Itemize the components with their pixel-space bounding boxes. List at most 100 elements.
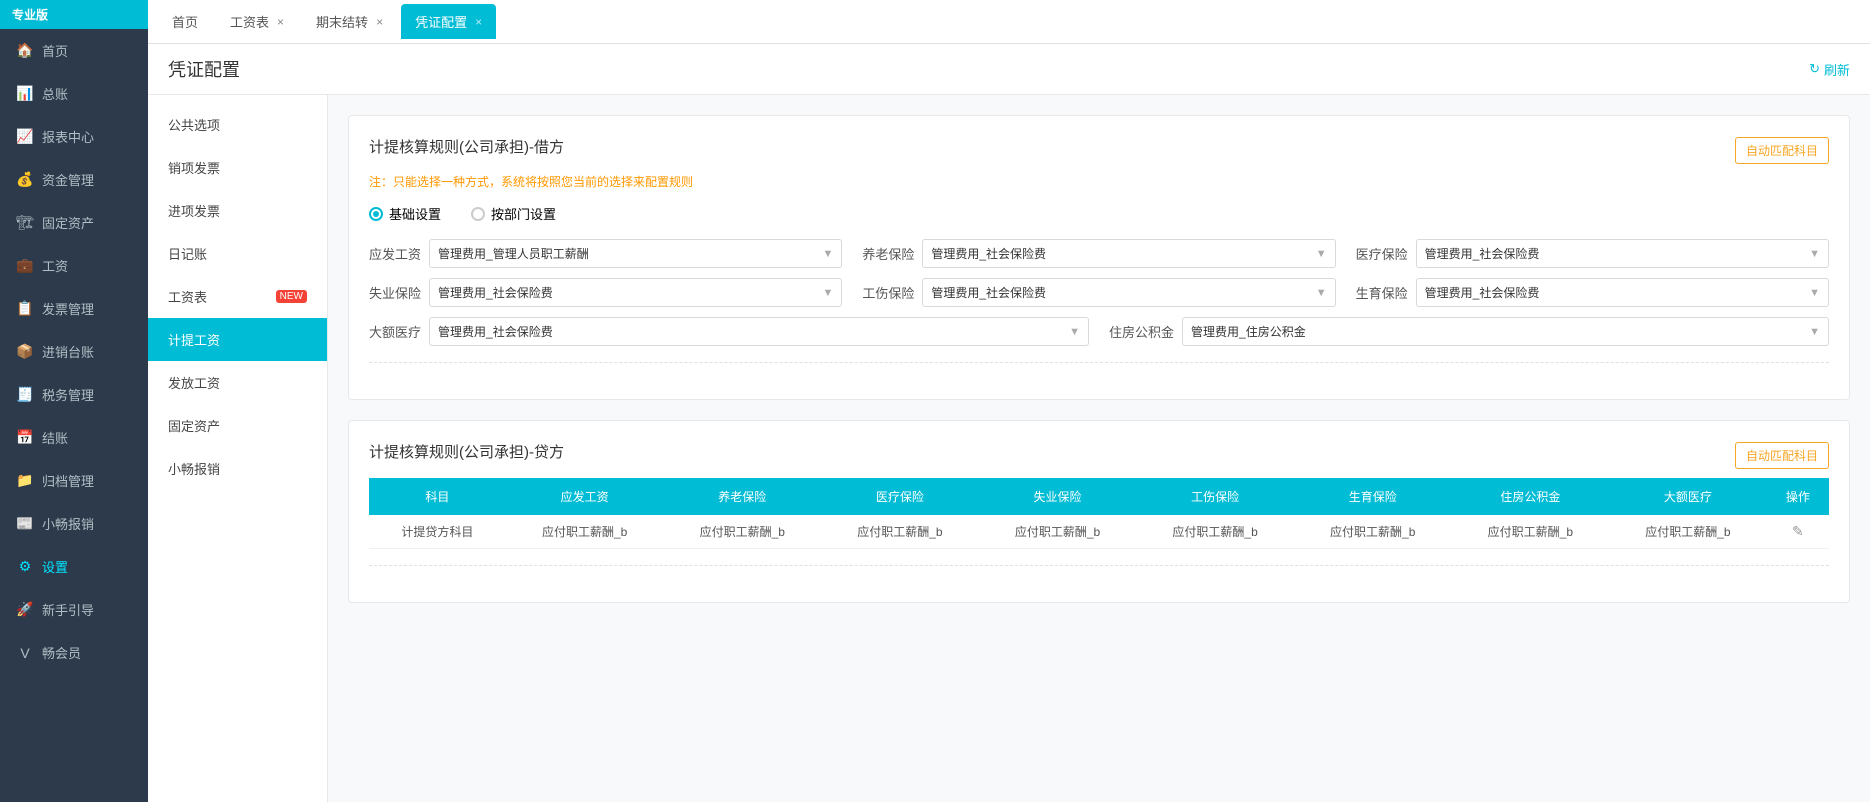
cell-action[interactable]: ✎: [1767, 515, 1829, 549]
sidebar-item-expense[interactable]: 📰 小畅报销: [0, 502, 148, 545]
tax-icon: 🧾: [16, 386, 34, 403]
tab-period-end[interactable]: 期末结转 ×: [302, 4, 397, 39]
sidebar-item-label: 工资: [42, 256, 68, 275]
th-yiliao: 医疗保险: [821, 478, 979, 515]
sidebar-item-vip[interactable]: V 畅会员: [0, 631, 148, 674]
debit-form-row3: 大额医疗 管理费用_社会保险费 ▼ 住房公积金 管理费用_住房公积金 ▼: [369, 317, 1829, 346]
debit-radio-group: 基础设置 按部门设置: [369, 204, 1829, 223]
leftnav-pay-payroll[interactable]: 发放工资: [148, 361, 327, 404]
cell-yiliao: 应付职工薪酬_b: [821, 515, 979, 549]
sidebar: 专业版 🏠 首页 📊 总账 📈 报表中心 💰 资金管理 🏗 固定资产 💼 工资 …: [0, 0, 148, 802]
chevron-icon: ▼: [822, 287, 833, 299]
edit-icon[interactable]: ✎: [1792, 523, 1804, 539]
field-yingfa-gongzi: 应发工资 管理费用_管理人员职工薪酬 ▼: [369, 239, 842, 268]
leftnav-public-options[interactable]: 公共选项: [148, 103, 327, 146]
chevron-icon: ▼: [1316, 248, 1327, 260]
radio-basic-settings[interactable]: 基础设置: [369, 204, 441, 223]
label-shengyu: 生育保险: [1356, 283, 1408, 302]
credit-section-title: 计提核算规则(公司承担)-贷方: [369, 441, 564, 462]
select-gongshang[interactable]: 管理费用_社会保险费 ▼: [922, 278, 1335, 307]
sidebar-item-general-ledger[interactable]: 📊 总账: [0, 72, 148, 115]
main-area: 首页 工资表 × 期末结转 × 凭证配置 × 凭证配置 ↻ 刷新 公共选项: [148, 0, 1870, 802]
cell-daeliao: 应付职工薪酬_b: [1609, 515, 1767, 549]
radio-dept-circle: [471, 207, 485, 221]
report-icon: 📈: [16, 128, 34, 145]
tab-close-payroll[interactable]: ×: [277, 15, 284, 29]
select-shengyu[interactable]: 管理费用_社会保险费 ▼: [1416, 278, 1829, 307]
table-row: 计提贷方科目 应付职工薪酬_b 应付职工薪酬_b 应付职工薪酬_b 应付职工薪酬…: [369, 515, 1829, 549]
select-shiye[interactable]: 管理费用_社会保险费 ▼: [429, 278, 842, 307]
field-gongshang: 工伤保险 管理费用_社会保险费 ▼: [862, 278, 1335, 307]
leftnav-accrual-payroll[interactable]: 计提工资: [148, 318, 327, 361]
field-shengyu: 生育保险 管理费用_社会保险费 ▼: [1356, 278, 1829, 307]
th-shiye: 失业保险: [979, 478, 1137, 515]
debit-form-row1: 应发工资 管理费用_管理人员职工薪酬 ▼ 养老保险 管理费用_社会保险费 ▼: [369, 239, 1829, 268]
chevron-icon: ▼: [822, 248, 833, 260]
building-icon: 🏗: [16, 214, 34, 231]
th-gongshang: 工伤保险: [1136, 478, 1294, 515]
leftnav-xiao-chang-expense[interactable]: 小畅报销: [148, 447, 327, 490]
leftnav-purchase-invoice[interactable]: 进项发票: [148, 189, 327, 232]
settings-icon: ⚙: [16, 558, 34, 575]
label-yiliao: 医疗保险: [1356, 244, 1408, 263]
leftnav-journal[interactable]: 日记账: [148, 232, 327, 275]
sidebar-item-fund-management[interactable]: 💰 资金管理: [0, 158, 148, 201]
label-shiye: 失业保险: [369, 283, 421, 302]
sidebar-item-invoice[interactable]: 📋 发票管理: [0, 287, 148, 330]
credit-section: 计提核算规则(公司承担)-贷方 自动匹配科目 科目 应发工资 养老保险 医疗保险…: [348, 420, 1850, 603]
refresh-button[interactable]: ↻ 刷新: [1809, 60, 1850, 79]
debit-section: 计提核算规则(公司承担)-借方 自动匹配科目 注：只能选择一种方式，系统将按照您…: [348, 115, 1850, 400]
left-nav: 公共选项 销项发票 进项发票 日记账 工资表 NEW 计提工资 发放工资 固: [148, 95, 328, 802]
sidebar-item-report-center[interactable]: 📈 报表中心: [0, 115, 148, 158]
field-daeliao: 大额医疗 管理费用_社会保险费 ▼: [369, 317, 1089, 346]
leftnav-sales-invoice[interactable]: 销项发票: [148, 146, 327, 189]
sidebar-item-tax[interactable]: 🧾 税务管理: [0, 373, 148, 416]
label-zhufang: 住房公积金: [1109, 322, 1174, 341]
refresh-icon: ↻: [1809, 61, 1820, 77]
sidebar-item-closing[interactable]: 📅 结账: [0, 416, 148, 459]
app-title: 专业版: [0, 0, 148, 29]
cell-zhufang: 应付职工薪酬_b: [1452, 515, 1610, 549]
tab-voucher-config[interactable]: 凭证配置 ×: [401, 4, 496, 39]
cell-shengyu: 应付职工薪酬_b: [1294, 515, 1452, 549]
tab-close-voucher-config[interactable]: ×: [475, 15, 482, 29]
leftnav-fixed-assets[interactable]: 固定资产: [148, 404, 327, 447]
section-divider: [369, 362, 1829, 363]
cell-yingfa: 应付职工薪酬_b: [506, 515, 664, 549]
credit-auto-match-button[interactable]: 自动匹配科目: [1735, 442, 1829, 469]
sidebar-item-archive[interactable]: 📁 归档管理: [0, 459, 148, 502]
sidebar-item-label: 小畅报销: [42, 514, 94, 533]
rocket-icon: 🚀: [16, 601, 34, 618]
sidebar-item-label: 首页: [42, 41, 68, 60]
tab-payroll[interactable]: 工资表 ×: [216, 4, 298, 39]
sidebar-item-payroll[interactable]: 💼 工资: [0, 244, 148, 287]
chevron-icon: ▼: [1809, 248, 1820, 260]
select-yingfa[interactable]: 管理费用_管理人员职工薪酬 ▼: [429, 239, 842, 268]
th-zhufang: 住房公积金: [1452, 478, 1610, 515]
select-yanglao[interactable]: 管理费用_社会保险费 ▼: [922, 239, 1335, 268]
sidebar-item-home[interactable]: 🏠 首页: [0, 29, 148, 72]
select-daeliao[interactable]: 管理费用_社会保险费 ▼: [429, 317, 1089, 346]
leftnav-payroll-table[interactable]: 工资表 NEW: [148, 275, 327, 318]
th-shengyu: 生育保险: [1294, 478, 1452, 515]
new-badge: NEW: [276, 290, 307, 303]
sidebar-item-label: 设置: [42, 557, 68, 576]
sidebar-item-label: 报表中心: [42, 127, 94, 146]
money-icon: 💰: [16, 171, 34, 188]
select-zhufang[interactable]: 管理费用_住房公积金 ▼: [1182, 317, 1829, 346]
sidebar-item-label: 发票管理: [42, 299, 94, 318]
th-subject: 科目: [369, 478, 506, 515]
select-yiliao[interactable]: 管理费用_社会保险费 ▼: [1416, 239, 1829, 268]
sidebar-item-purchase-sales[interactable]: 📦 进销台账: [0, 330, 148, 373]
debit-section-note: 注：只能选择一种方式，系统将按照您当前的选择来配置规则: [369, 173, 1829, 190]
home-icon: 🏠: [16, 42, 34, 59]
sidebar-item-settings[interactable]: ⚙ 设置: [0, 545, 148, 588]
tab-close-period-end[interactable]: ×: [376, 15, 383, 29]
tab-home[interactable]: 首页: [158, 4, 212, 39]
radio-dept-settings[interactable]: 按部门设置: [471, 204, 556, 223]
debit-auto-match-button[interactable]: 自动匹配科目: [1735, 137, 1829, 164]
th-yingfa: 应发工资: [506, 478, 664, 515]
sidebar-item-guide[interactable]: 🚀 新手引导: [0, 588, 148, 631]
sidebar-item-fixed-assets[interactable]: 🏗 固定资产: [0, 201, 148, 244]
box-icon: 📦: [16, 343, 34, 360]
